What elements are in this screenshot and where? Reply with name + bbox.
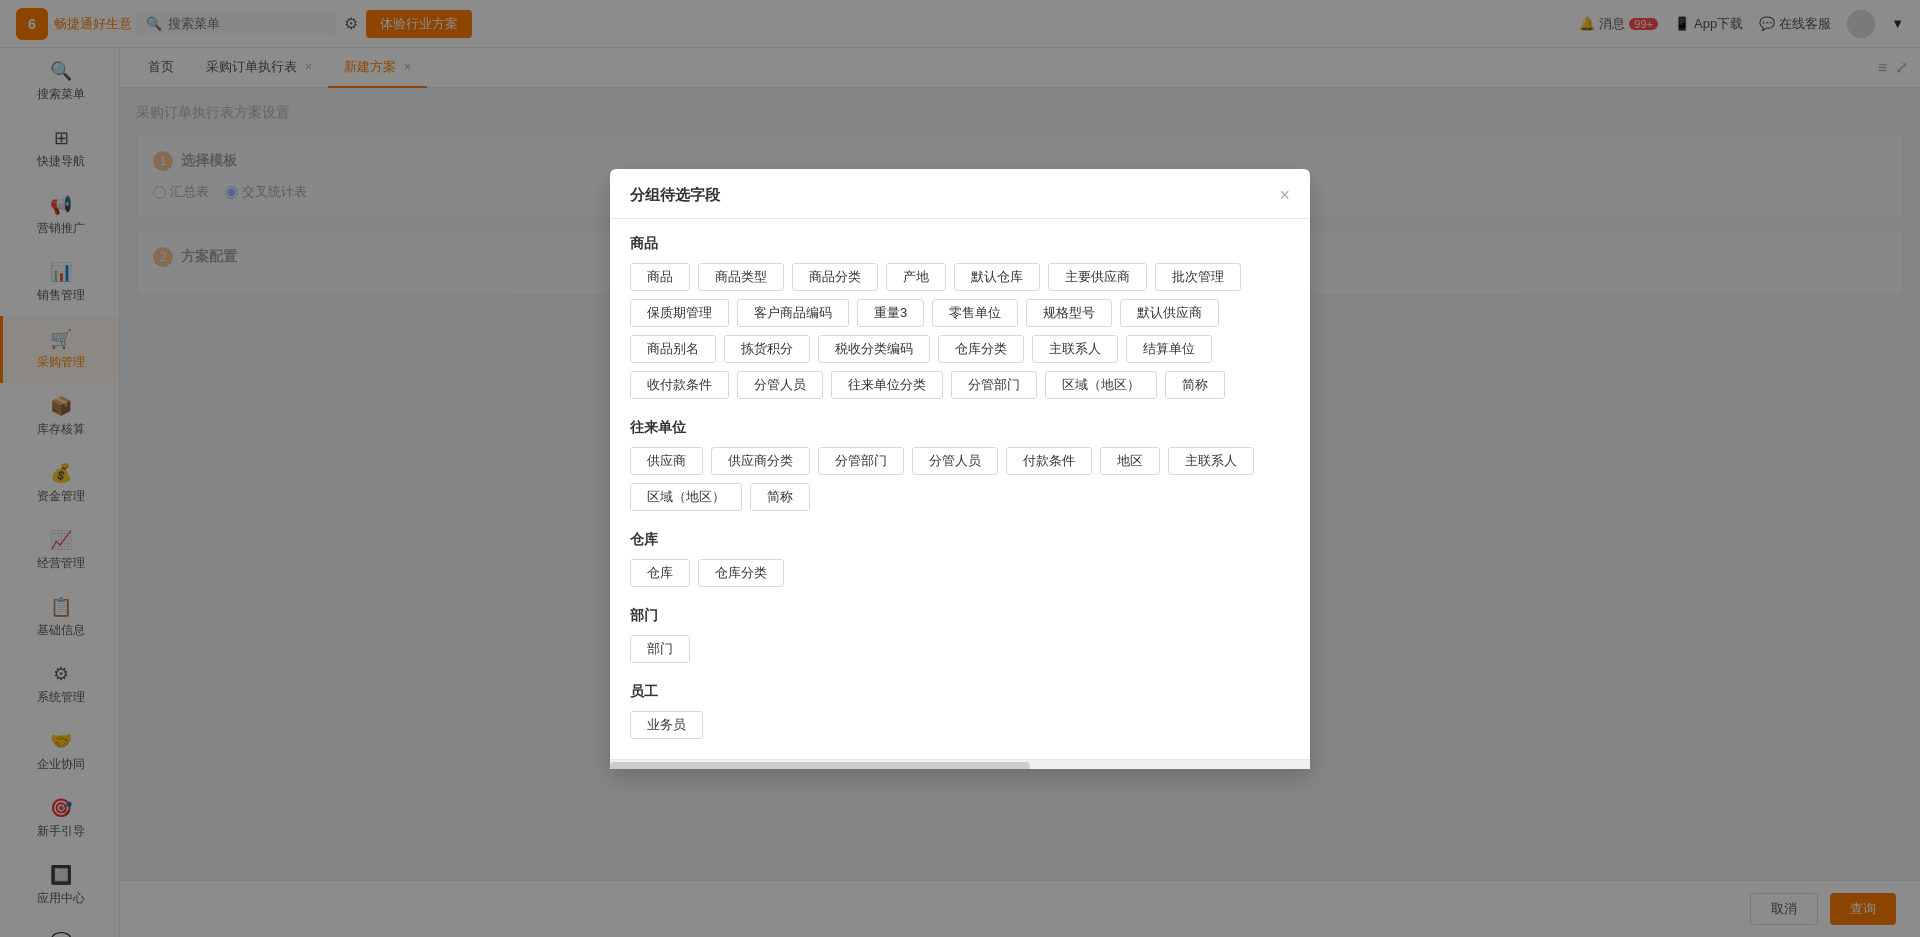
field-tag[interactable]: 默认仓库 (954, 263, 1040, 291)
field-group-product: 商品 商品 商品类型 商品分类 产地 默认仓库 主要供应商 批次管理 保质期管理… (630, 235, 1290, 399)
field-tag[interactable]: 供应商 (630, 447, 703, 475)
field-tag[interactable]: 主要供应商 (1048, 263, 1147, 291)
field-group-employee-title: 员工 (630, 683, 1290, 701)
modal-header: 分组待选字段 × (610, 169, 1310, 219)
modal-hscroll-thumb (610, 762, 1030, 769)
field-tag[interactable]: 仓库分类 (938, 335, 1024, 363)
field-tags-partner: 供应商 供应商分类 分管部门 分管人员 付款条件 地区 主联系人 区域（地区） … (630, 447, 1290, 511)
field-tag[interactable]: 客户商品编码 (737, 299, 849, 327)
field-tag[interactable]: 产地 (886, 263, 946, 291)
modal-close-btn[interactable]: × (1279, 185, 1290, 206)
field-tag[interactable]: 分管部门 (818, 447, 904, 475)
field-tag[interactable]: 默认供应商 (1120, 299, 1219, 327)
field-tag[interactable]: 商品别名 (630, 335, 716, 363)
field-tag[interactable]: 收付款条件 (630, 371, 729, 399)
field-tag[interactable]: 批次管理 (1155, 263, 1241, 291)
modal: 分组待选字段 × 商品 商品 商品类型 商品分类 产地 默认仓库 主要供应商 批… (610, 169, 1310, 769)
field-tag[interactable]: 付款条件 (1006, 447, 1092, 475)
field-tag[interactable]: 结算单位 (1126, 335, 1212, 363)
field-tag[interactable]: 区域（地区） (1045, 371, 1157, 399)
field-tag[interactable]: 保质期管理 (630, 299, 729, 327)
field-group-department-title: 部门 (630, 607, 1290, 625)
modal-title: 分组待选字段 (630, 186, 720, 205)
modal-overlay: 分组待选字段 × 商品 商品 商品类型 商品分类 产地 默认仓库 主要供应商 批… (0, 0, 1920, 937)
field-tag[interactable]: 供应商分类 (711, 447, 810, 475)
field-group-warehouse-title: 仓库 (630, 531, 1290, 549)
field-group-employee: 员工 业务员 (630, 683, 1290, 739)
field-tag[interactable]: 规格型号 (1026, 299, 1112, 327)
field-group-department: 部门 部门 (630, 607, 1290, 663)
field-tag[interactable]: 税收分类编码 (818, 335, 930, 363)
field-tag[interactable]: 主联系人 (1168, 447, 1254, 475)
field-group-partner-title: 往来单位 (630, 419, 1290, 437)
field-tag[interactable]: 商品分类 (792, 263, 878, 291)
field-tag[interactable]: 部门 (630, 635, 690, 663)
field-tag[interactable]: 主联系人 (1032, 335, 1118, 363)
field-tag[interactable]: 简称 (750, 483, 810, 511)
field-tags-warehouse: 仓库 仓库分类 (630, 559, 1290, 587)
field-tag[interactable]: 商品 (630, 263, 690, 291)
field-tag[interactable]: 零售单位 (932, 299, 1018, 327)
field-tag[interactable]: 地区 (1100, 447, 1160, 475)
field-group-warehouse: 仓库 仓库 仓库分类 (630, 531, 1290, 587)
field-tag[interactable]: 仓库 (630, 559, 690, 587)
field-tag[interactable]: 拣货积分 (724, 335, 810, 363)
field-tag[interactable]: 往来单位分类 (831, 371, 943, 399)
field-tag[interactable]: 仓库分类 (698, 559, 784, 587)
field-tag[interactable]: 分管部门 (951, 371, 1037, 399)
field-tags-employee: 业务员 (630, 711, 1290, 739)
field-tags-department: 部门 (630, 635, 1290, 663)
field-tag[interactable]: 简称 (1165, 371, 1225, 399)
modal-body: 商品 商品 商品类型 商品分类 产地 默认仓库 主要供应商 批次管理 保质期管理… (610, 219, 1310, 759)
field-tag[interactable]: 业务员 (630, 711, 703, 739)
field-group-product-title: 商品 (630, 235, 1290, 253)
field-tags-product: 商品 商品类型 商品分类 产地 默认仓库 主要供应商 批次管理 保质期管理 客户… (630, 263, 1290, 399)
field-tag[interactable]: 分管人员 (737, 371, 823, 399)
field-tag[interactable]: 商品类型 (698, 263, 784, 291)
field-tag[interactable]: 重量3 (857, 299, 924, 327)
field-tag[interactable]: 分管人员 (912, 447, 998, 475)
field-tag[interactable]: 区域（地区） (630, 483, 742, 511)
field-group-partner: 往来单位 供应商 供应商分类 分管部门 分管人员 付款条件 地区 主联系人 区域… (630, 419, 1290, 511)
modal-hscroll[interactable] (610, 759, 1310, 769)
